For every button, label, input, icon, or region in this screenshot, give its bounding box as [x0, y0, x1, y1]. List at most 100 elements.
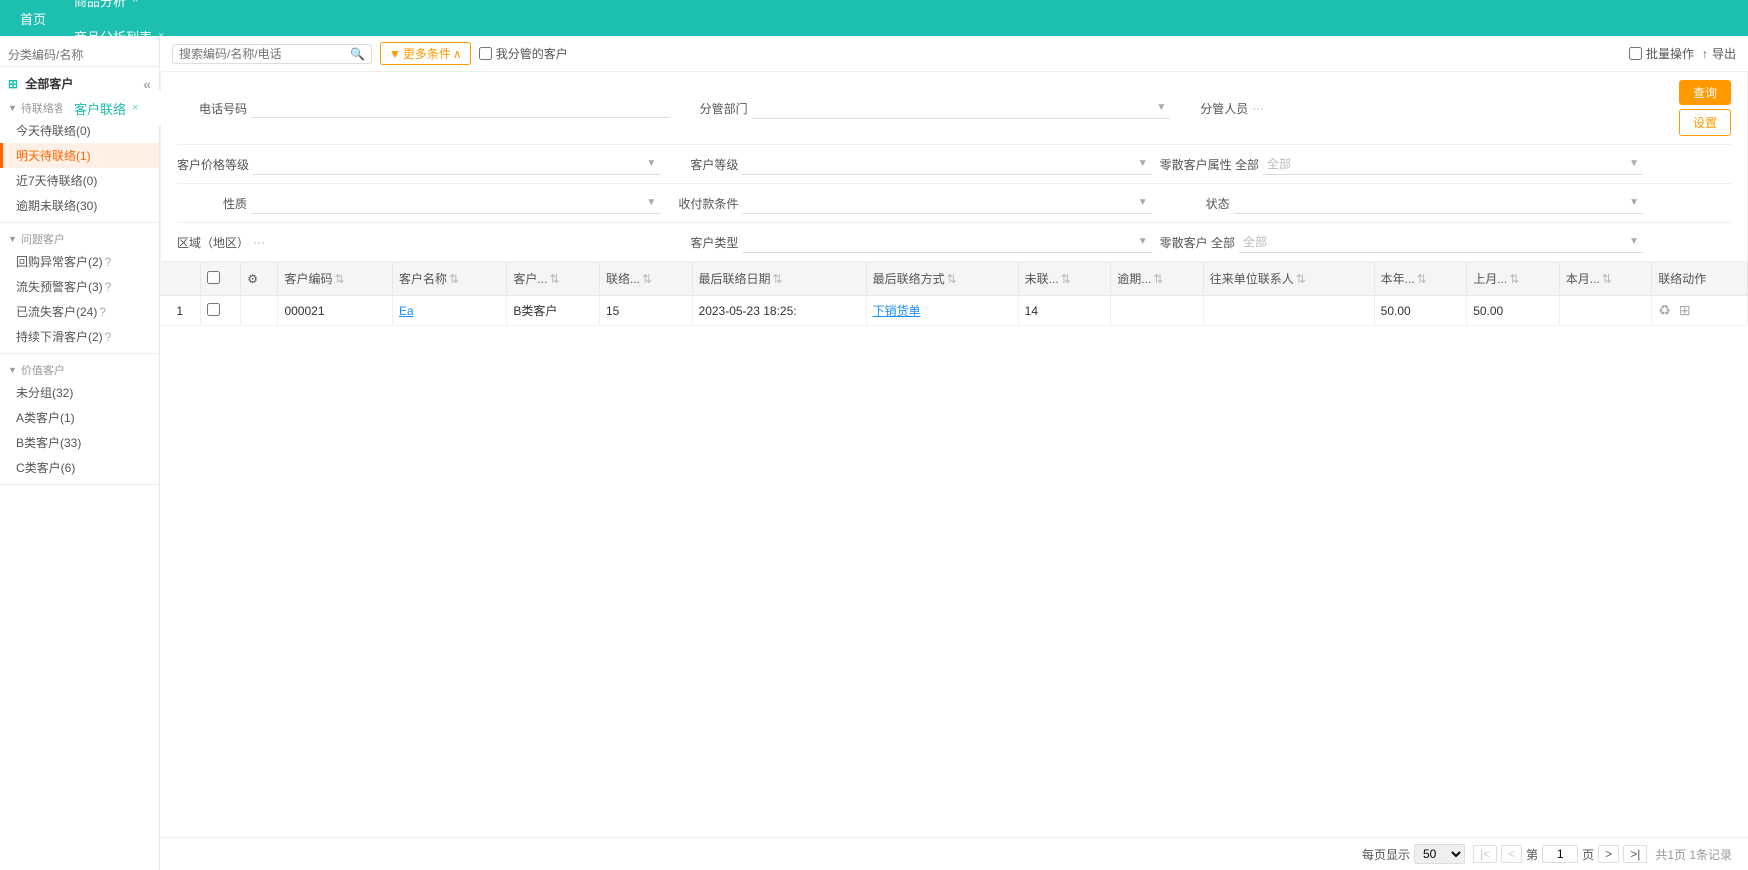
chevron-down-icon: ▼	[646, 197, 656, 208]
bulk-op-checkbox[interactable]	[1629, 47, 1642, 60]
search-icon[interactable]: 🔍	[350, 47, 365, 61]
sidebar-item[interactable]: 回购异常客户(2)?	[0, 249, 159, 274]
filter-retail-attr-select[interactable]: 全部 ▼	[1263, 153, 1643, 175]
col-uncontacted[interactable]: 未联...⇅	[1018, 262, 1111, 296]
cell-last-method[interactable]: 下销货单	[866, 296, 1018, 326]
filter-region-dots[interactable]: ···	[253, 235, 265, 249]
filter-price-grade-select[interactable]: ▼	[253, 153, 660, 175]
close-tab-icon[interactable]: ×	[158, 66, 164, 78]
page-suffix: 页	[1582, 846, 1594, 863]
filter-more-btn[interactable]: ▼ 更多条件 ∧	[380, 42, 471, 65]
col-last-date[interactable]: 最后联络日期⇅	[692, 262, 866, 296]
close-tab-icon[interactable]: ×	[132, 0, 138, 6]
filter-phone: 电话号码	[177, 99, 670, 118]
sidebar-group-label[interactable]: 价值客户	[0, 358, 159, 380]
col-last-method[interactable]: 最后联络方式⇅	[866, 262, 1018, 296]
col-settings[interactable]: ⚙	[241, 262, 278, 296]
filter-retail-customer-select[interactable]: 全部 ▼	[1239, 231, 1643, 253]
col-unit-contact[interactable]: 往来单位联系人⇅	[1203, 262, 1374, 296]
filter-customer-type: 客户类型 ▼	[668, 231, 1151, 253]
filter-divider-3	[177, 222, 1731, 223]
filter-phone-input[interactable]	[251, 99, 670, 118]
close-tab-icon[interactable]: ×	[158, 30, 164, 42]
col-type[interactable]: 客户...⇅	[507, 262, 600, 296]
settings-button[interactable]: 设置	[1679, 109, 1731, 136]
filter-divider-1	[177, 144, 1731, 145]
refresh-icon[interactable]: ♻	[1658, 302, 1671, 319]
next-page-btn[interactable]: >	[1598, 845, 1619, 863]
sidebar-item[interactable]: 持续下滑客户(2)?	[0, 324, 159, 349]
nav-tab[interactable]: 客户分层经营×	[62, 54, 176, 90]
search-input[interactable]	[179, 47, 350, 61]
nav-tab[interactable]: 客户联络×	[62, 90, 176, 126]
cell-name-link[interactable]: Ea	[399, 304, 414, 318]
filter-payment-select[interactable]: ▼	[742, 192, 1151, 214]
nav-tab[interactable]: 商品分析列表×	[62, 18, 176, 54]
bulk-operation-btn[interactable]: 批量操作	[1629, 45, 1694, 62]
col-this-month[interactable]: 本月...⇅	[1559, 262, 1652, 296]
prev-page-btn[interactable]: <	[1501, 845, 1522, 863]
sidebar-group-label[interactable]: 问题客户	[0, 227, 159, 249]
last-page-btn[interactable]: >|	[1623, 845, 1647, 863]
sidebar-item[interactable]: B类客户(33)	[0, 430, 159, 455]
sidebar-item[interactable]: 已流失客户(24)?	[0, 299, 159, 324]
first-page-btn[interactable]: |<	[1473, 845, 1497, 863]
filter-nature-select[interactable]: ▼	[251, 192, 660, 214]
filter-dept-select[interactable]: ▼	[752, 97, 1171, 119]
footer-page-size: 每页显示 50 100 200	[1362, 844, 1465, 864]
cell-last-method-link[interactable]: 下销货单	[873, 304, 921, 318]
filter-manager-dots[interactable]: ···	[1252, 101, 1264, 115]
sidebar-item[interactable]: C类客户(6)	[0, 455, 159, 480]
sidebar-item[interactable]: 明天待联络(1)	[0, 143, 159, 168]
sort-icon: ⇅	[1509, 272, 1519, 286]
col-this-year[interactable]: 本年...⇅	[1374, 262, 1467, 296]
query-button[interactable]: 查询	[1679, 80, 1731, 105]
col-code[interactable]: 客户编码⇅	[278, 262, 392, 296]
export-icon: ↑	[1702, 47, 1708, 61]
filter-nature: 性质 ▼	[177, 192, 660, 214]
nav-home[interactable]: 首页	[8, 9, 58, 28]
sort-icon: ⇅	[1296, 272, 1306, 286]
filter-dept-label: 分管部门	[678, 100, 748, 117]
filter-retail-attr-label: 零散客户属性 全部	[1160, 156, 1259, 173]
sidebar-item[interactable]: A类客户(1)	[0, 405, 159, 430]
sidebar-item[interactable]: 逾期未联络(30)	[0, 193, 159, 218]
filter-customer-type-select[interactable]: ▼	[742, 231, 1151, 253]
filter-dept: 分管部门 ▼	[678, 97, 1171, 119]
filter-icon: ▼	[389, 47, 401, 61]
cell-overdue	[1111, 296, 1204, 326]
table-wrapper: ⚙ 客户编码⇅ 客户名称⇅ 客户...⇅ 联络...⇅ 最后联络日期⇅ 最后联络…	[160, 262, 1748, 837]
sidebar-item[interactable]: 未分组(32)	[0, 380, 159, 405]
sidebar-item[interactable]: 近7天待联络(0)	[0, 168, 159, 193]
col-overdue[interactable]: 逾期...⇅	[1111, 262, 1204, 296]
table-header-row: ⚙ 客户编码⇅ 客户名称⇅ 客户...⇅ 联络...⇅ 最后联络日期⇅ 最后联络…	[160, 262, 1748, 296]
filter-manager-label: 分管人员	[1178, 100, 1248, 117]
col-name[interactable]: 客户名称⇅	[392, 262, 506, 296]
cell-contacts: 15	[599, 296, 692, 326]
filter-status: 状态 ▼	[1160, 192, 1643, 214]
grid-action-icon[interactable]: ⊞	[1679, 302, 1691, 319]
col-last-month[interactable]: 上月...⇅	[1467, 262, 1560, 296]
sidebar-item[interactable]: 流失预警客户(3)?	[0, 274, 159, 299]
cell-checkbox[interactable]	[200, 296, 241, 326]
chevron-down-icon: ▼	[1138, 197, 1148, 208]
filter-payment: 收付款条件 ▼	[668, 192, 1151, 214]
row-checkbox[interactable]	[207, 303, 220, 316]
chevron-down-icon: ▼	[1629, 158, 1639, 169]
select-all-checkbox[interactable]	[207, 271, 220, 284]
export-btn[interactable]: ↑ 导出	[1702, 45, 1736, 62]
per-page-select[interactable]: 50 100 200	[1414, 844, 1465, 864]
total-records: 共1页 1条记录	[1655, 846, 1732, 863]
col-contacts[interactable]: 联络...⇅	[599, 262, 692, 296]
nav-tab[interactable]: 商品分析×	[62, 0, 176, 18]
sidebar-divider	[0, 353, 159, 354]
cell-name[interactable]: Ea	[392, 296, 506, 326]
filter-customer-grade: 客户等级 ▼	[668, 153, 1151, 175]
filter-status-select[interactable]: ▼	[1234, 192, 1643, 214]
my-customers-filter[interactable]: 我分管的客户	[479, 45, 568, 62]
my-customers-checkbox[interactable]	[479, 47, 492, 60]
close-tab-icon[interactable]: ×	[132, 102, 138, 114]
filter-customer-grade-select[interactable]: ▼	[742, 153, 1151, 175]
page-input[interactable]	[1542, 845, 1578, 863]
filter-retail-customer: 零散客户 全部 全部 ▼	[1160, 231, 1643, 253]
